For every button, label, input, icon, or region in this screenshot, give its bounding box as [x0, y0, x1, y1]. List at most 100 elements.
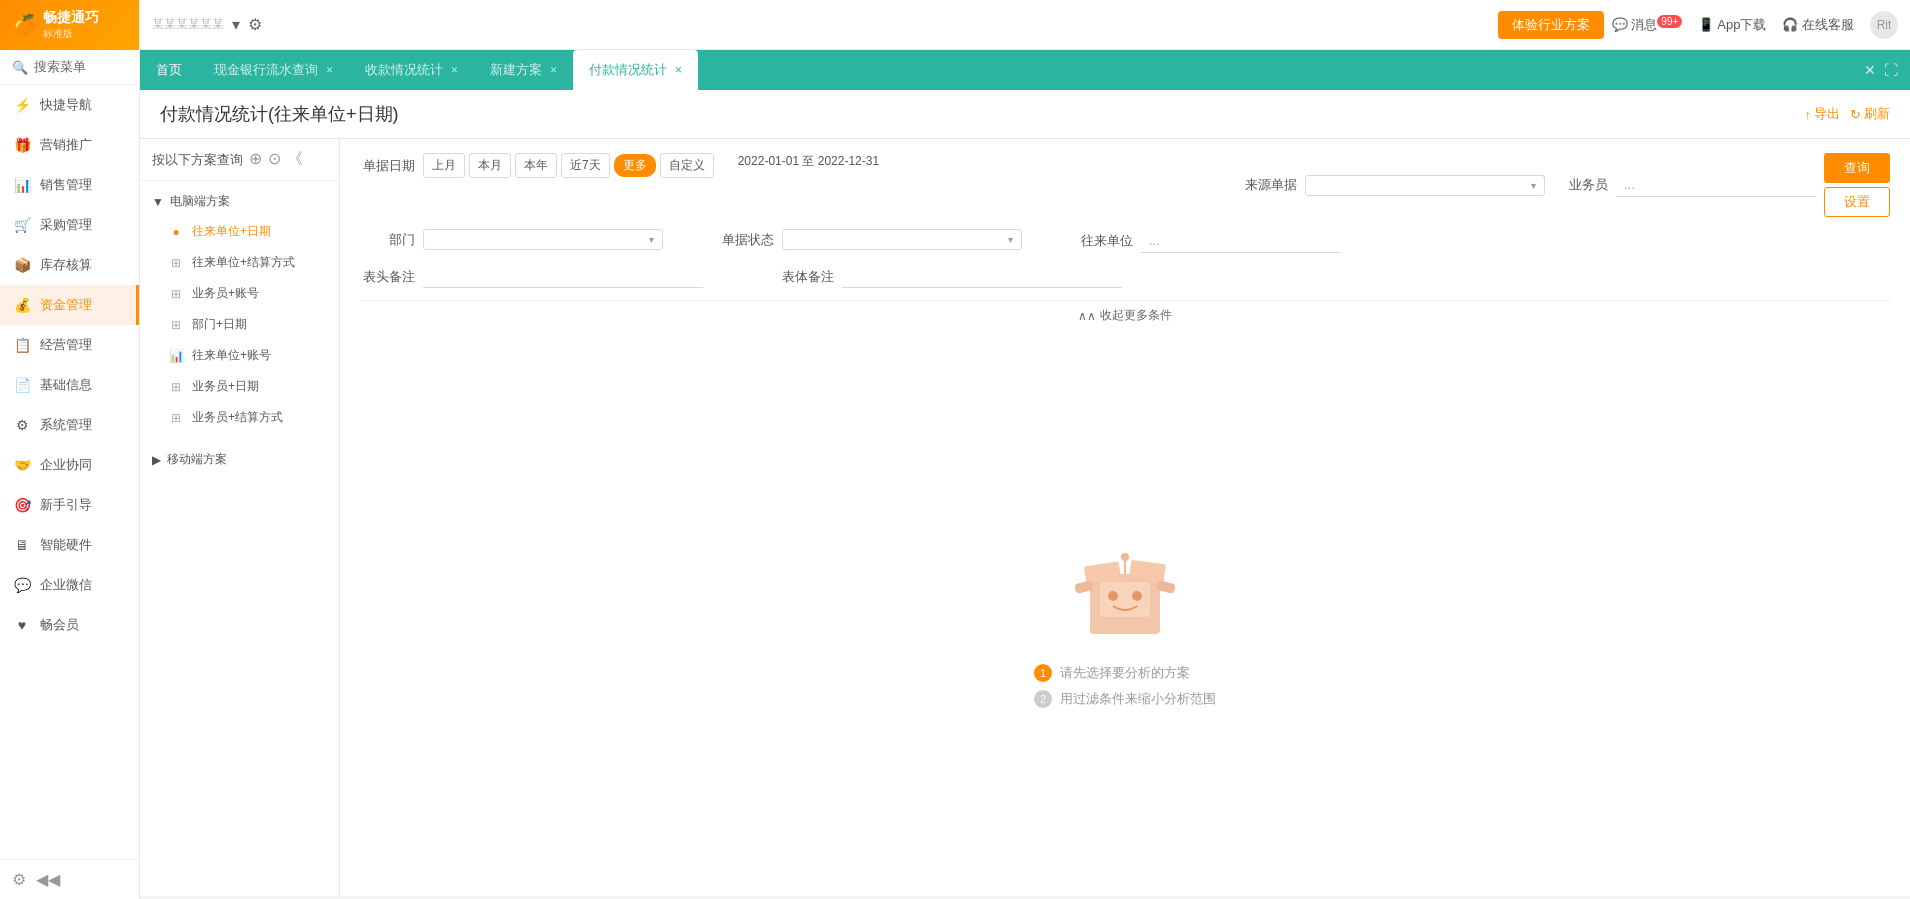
enterprise-icon: 🤝 — [12, 455, 32, 475]
sidebar: 🍊 畅捷通巧 标准版 🔍 搜索菜单 ⚡ 快捷导航 🎁 营销推广 📊 销售管理 — [0, 0, 140, 899]
source-select[interactable]: ▾ — [1305, 175, 1545, 196]
expand-tabs-btn[interactable]: ⛶ — [1884, 62, 1898, 78]
date-btn-7days[interactable]: 近7天 — [561, 153, 610, 178]
scheme-section-desktop-header[interactable]: ▼ 电脑端方案 — [140, 187, 339, 216]
sidebar-item-system[interactable]: ⚙ 系统管理 — [0, 405, 139, 445]
settings-scheme-icon[interactable]: ⊙ — [268, 149, 281, 170]
sidebar-item-basic[interactable]: 📄 基础信息 — [0, 365, 139, 405]
export-link[interactable]: ↑ 导出 — [1805, 105, 1841, 123]
tab-cash-flow-close[interactable]: × — [326, 63, 333, 77]
tab-home[interactable]: 首页 — [140, 50, 198, 90]
sidebar-item-operation[interactable]: 📋 经营管理 — [0, 325, 139, 365]
quick-nav-icon: ⚡ — [12, 95, 32, 115]
messages-link[interactable]: 💬 消息99+ — [1612, 16, 1683, 34]
scheme-item-staff-account[interactable]: ⊞ 业务员+账号 — [140, 278, 339, 309]
partner-input[interactable]: ... — [1141, 229, 1341, 253]
sidebar-search[interactable]: 🔍 搜索菜单 — [0, 50, 139, 85]
scheme-item-partner-account[interactable]: 📊 往来单位+账号 — [140, 340, 339, 371]
filter-dept: 部门 ▾ — [360, 229, 663, 250]
tab-receipts-close[interactable]: × — [451, 63, 458, 77]
filter-partner: 往来单位 ... — [1078, 229, 1341, 253]
date-btn-more[interactable]: 更多 — [614, 154, 656, 177]
app-download-link[interactable]: 📱 App下载 — [1698, 16, 1766, 34]
page-title: 付款情况统计(往来单位+日期) — [160, 102, 1805, 126]
user-avatar[interactable]: Rit — [1870, 11, 1898, 39]
tab-new-scheme-close[interactable]: × — [550, 63, 557, 77]
scheme-item-label: 业务员+日期 — [192, 378, 259, 395]
body-note-label: 表体备注 — [779, 268, 834, 286]
empty-hint-2: 2 用过滤条件来缩小分析范围 — [1034, 690, 1216, 708]
operation-icon: 📋 — [12, 335, 32, 355]
sidebar-item-member[interactable]: ♥ 畅会员 — [0, 605, 139, 645]
sidebar-item-inventory[interactable]: 📦 库存核算 — [0, 245, 139, 285]
sidebar-item-purchase[interactable]: 🛒 采购管理 — [0, 205, 139, 245]
header-note-input[interactable] — [423, 265, 703, 288]
close-all-tabs-btn[interactable]: ✕ — [1864, 62, 1876, 78]
chevron-up-icon: ∧∧ — [1078, 309, 1096, 323]
scheme-item-label: 往来单位+日期 — [192, 223, 271, 240]
doc-status-arrow: ▾ — [1008, 234, 1013, 245]
topbar-right: 💬 消息99+ 📱 App下载 🎧 在线客服 Rit — [1612, 11, 1898, 39]
partner-label: 往来单位 — [1078, 232, 1133, 250]
scheme-item-dept-date[interactable]: ⊞ 部门+日期 — [140, 309, 339, 340]
dropdown-icon[interactable]: ▾ — [232, 15, 240, 34]
tabbar-actions: ✕ ⛶ — [1864, 62, 1910, 78]
date-btn-this-year[interactable]: 本年 — [515, 153, 557, 178]
scheme-active-icon: ● — [168, 224, 184, 240]
svg-point-5 — [1132, 591, 1142, 601]
sidebar-item-label: 基础信息 — [40, 376, 92, 394]
sidebar-item-enterprise[interactable]: 🤝 企业协同 — [0, 445, 139, 485]
scheme-section-mobile-header[interactable]: ▶ 移动端方案 — [140, 445, 339, 474]
scheme-chart-icon: 📊 — [168, 348, 184, 364]
staff-input[interactable]: ... — [1616, 173, 1816, 197]
scheme-item-staff-date[interactable]: ⊞ 业务员+日期 — [140, 371, 339, 402]
tab-receipts-label: 收款情况统计 — [365, 61, 443, 79]
header-note-label: 表头备注 — [360, 268, 415, 286]
chevron-right-icon: ▶ — [152, 453, 161, 467]
tab-home-label: 首页 — [156, 61, 182, 79]
sidebar-item-guide[interactable]: 🎯 新手引导 — [0, 485, 139, 525]
collapse-panel-icon[interactable]: 《 — [287, 149, 303, 170]
sidebar-item-wechat[interactable]: 💬 企业微信 — [0, 565, 139, 605]
topbar-settings-icon[interactable]: ⚙ — [248, 15, 262, 34]
tab-receipts[interactable]: 收款情况统计 × — [349, 50, 474, 90]
page-content: 付款情况统计(往来单位+日期) ↑ 导出 ↻ 刷新 按 — [140, 90, 1910, 899]
doc-status-select[interactable]: ▾ — [782, 229, 1022, 250]
trial-btn[interactable]: 体验行业方案 — [1498, 11, 1604, 39]
online-service-link[interactable]: 🎧 在线客服 — [1782, 16, 1854, 34]
add-scheme-icon[interactable]: ⊕ — [249, 149, 262, 170]
sales-icon: 📊 — [12, 175, 32, 195]
collapse-conditions-btn[interactable]: ∧∧ 收起更多条件 — [360, 300, 1890, 330]
scheme-item-staff-settle[interactable]: ⊞ 业务员+结算方式 — [140, 402, 339, 433]
tab-payments-close[interactable]: × — [675, 63, 682, 77]
date-btn-this-month[interactable]: 本月 — [469, 153, 511, 178]
sidebar-item-sales[interactable]: 📊 销售管理 — [0, 165, 139, 205]
wechat-icon: 💬 — [12, 575, 32, 595]
scheme-item-partner-date[interactable]: ● 往来单位+日期 — [140, 216, 339, 247]
empty-illustration — [1065, 524, 1185, 644]
sidebar-item-hardware[interactable]: 🖥 智能硬件 — [0, 525, 139, 565]
date-btn-last-month[interactable]: 上月 — [423, 153, 465, 178]
sidebar-item-marketing[interactable]: 🎁 营销推广 — [0, 125, 139, 165]
scheme-item-label: 业务员+结算方式 — [192, 409, 283, 426]
sidebar-item-capital[interactable]: 💰 资金管理 — [0, 285, 139, 325]
dept-select-arrow: ▾ — [649, 234, 654, 245]
tab-new-scheme[interactable]: 新建方案 × — [474, 50, 573, 90]
collapse-sidebar-icon[interactable]: ◀◀ — [36, 870, 60, 889]
date-label: 单据日期 — [360, 157, 415, 175]
date-buttons: 上月 本月 本年 近7天 更多 自定义 — [423, 153, 714, 178]
scheme-table-icon: ⊞ — [168, 255, 184, 271]
dept-select[interactable]: ▾ — [423, 229, 663, 250]
date-btn-custom[interactable]: 自定义 — [660, 153, 714, 178]
tab-cash-flow[interactable]: 现金银行流水查询 × — [198, 50, 349, 90]
refresh-link[interactable]: ↻ 刷新 — [1850, 105, 1890, 123]
scheme-item-partner-settle[interactable]: ⊞ 往来单位+结算方式 — [140, 247, 339, 278]
sidebar-item-quick-nav[interactable]: ⚡ 快捷导航 — [0, 85, 139, 125]
settings-footer-icon[interactable]: ⚙ — [12, 870, 26, 889]
query-btn[interactable]: 查询 — [1824, 153, 1890, 183]
settings-btn[interactable]: 设置 — [1824, 187, 1890, 217]
tab-payments[interactable]: 付款情况统计 × — [573, 50, 698, 90]
body-note-input[interactable] — [842, 265, 1122, 288]
hint-text-2: 用过滤条件来缩小分析范围 — [1060, 690, 1216, 708]
scheme-item-label: 部门+日期 — [192, 316, 247, 333]
